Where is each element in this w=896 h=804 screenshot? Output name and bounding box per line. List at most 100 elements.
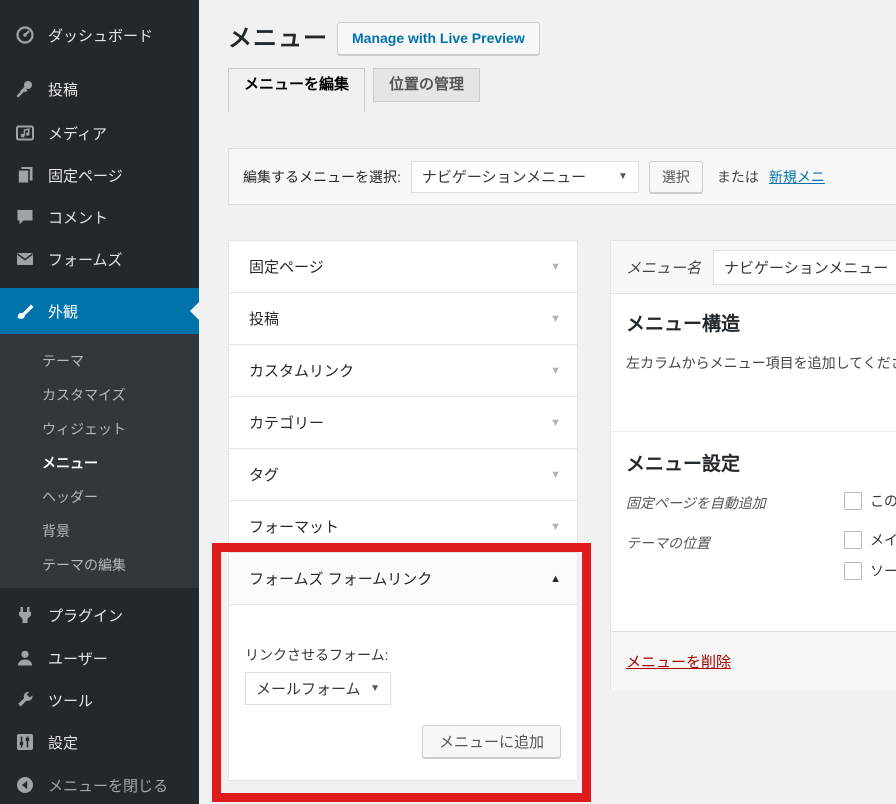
panel-categories[interactable]: カテゴリー ▼ (228, 396, 578, 449)
paintbrush-icon (14, 300, 36, 322)
submenu-item-themes[interactable]: テーマ (0, 344, 199, 378)
admin-sidebar: ダッシュボード 投稿 メディア 固定ページ コメント フォームズ 外観 テーマ … (0, 0, 199, 804)
delete-menu-link[interactable]: メニューを削除 (626, 651, 731, 672)
envelope-icon (14, 248, 36, 270)
panel-formats[interactable]: フォーマット ▼ (228, 500, 578, 553)
sidebar-item-pages[interactable]: 固定ページ (0, 154, 199, 196)
menu-name-label: メニュー名 (626, 259, 702, 277)
sidebar-item-label: 外観 (48, 303, 79, 321)
page-title: メニュー (228, 25, 328, 52)
panel-tags[interactable]: タグ ▼ (228, 448, 578, 501)
sidebar-item-users[interactable]: ユーザー (0, 637, 199, 679)
menu-select-value: ナビゲーションメニュー (421, 169, 587, 186)
location-main-checkbox[interactable] (844, 531, 862, 549)
live-preview-button[interactable]: Manage with Live Preview (337, 22, 540, 55)
panel-title: 投稿 (249, 311, 280, 328)
sidebar-item-label: 投稿 (48, 81, 79, 99)
panel-title: タグ (249, 467, 280, 484)
sidebar-item-dashboard[interactable]: ダッシュボード (0, 14, 199, 56)
chevron-down-icon: ▼ (550, 520, 561, 533)
location-main-option: メイ (844, 530, 896, 550)
menu-select-dropdown[interactable]: ナビゲーションメニュー ▼ (410, 160, 639, 193)
wrench-icon (14, 689, 36, 711)
auto-add-pages-option: この (844, 491, 896, 511)
sidebar-item-forms[interactable]: フォームズ (0, 238, 199, 280)
main-content: メニュー Manage with Live Preview メニューを編集 位置… (199, 0, 896, 804)
chevron-down-icon: ▼ (370, 683, 380, 694)
form-select-label: リンクさせるフォーム: (245, 647, 389, 663)
sidebar-item-label: ダッシュボード (48, 27, 154, 45)
sidebar-item-posts[interactable]: 投稿 (0, 68, 199, 110)
panel-custom-links[interactable]: カスタムリンク ▼ (228, 344, 578, 397)
submenu-item-customize[interactable]: カスタマイズ (0, 378, 199, 412)
sidebar-item-appearance[interactable]: 外観 (0, 288, 199, 334)
sidebar-collapse-menu[interactable]: メニューを閉じる (0, 764, 199, 804)
sidebar-item-label: コメント (48, 209, 109, 227)
form-select-value: メールフォーム (256, 681, 361, 698)
theme-location-label: テーマの位置 (626, 535, 710, 551)
chevron-down-icon: ▼ (550, 364, 561, 377)
sidebar-item-label: プラグイン (48, 607, 124, 625)
auto-add-checkbox[interactable] (844, 492, 862, 510)
menu-name-row: メニュー名 (611, 241, 896, 294)
plug-icon (14, 604, 36, 626)
tab-manage-locations[interactable]: 位置の管理 (373, 68, 481, 102)
sidebar-item-label: フォームズ (48, 251, 123, 269)
sidebar-item-settings[interactable]: 設定 (0, 721, 199, 763)
sidebar-item-label: メニューを閉じる (48, 777, 169, 795)
create-new-menu-link[interactable]: 新規メニ (769, 167, 825, 187)
sidebar-item-label: 設定 (48, 734, 79, 752)
menu-editor-column: メニュー名 メニュー構造 左カラムからメニュー項目を追加してくださ メニュー設定… (610, 240, 896, 691)
panel-title: フォームズ フォームリンク (249, 571, 433, 588)
panel-title: フォーマット (249, 519, 340, 536)
media-icon (14, 122, 36, 144)
menu-select-label: 編集するメニューを選択: (243, 168, 401, 185)
location-social-option: ソー (844, 561, 896, 581)
collapse-arrow-icon (14, 774, 36, 796)
sidebar-item-media[interactable]: メディア (0, 112, 199, 154)
sliders-icon (14, 731, 36, 753)
sidebar-item-comments[interactable]: コメント (0, 196, 199, 238)
divider (611, 431, 896, 432)
dashboard-icon (14, 24, 36, 46)
auto-add-pages-label: 固定ページを自動追加 (626, 495, 766, 511)
chevron-down-icon: ▼ (550, 416, 561, 429)
checkbox-label: この (870, 493, 896, 509)
menu-select-bar: 編集するメニューを選択: ナビゲーションメニュー ▼ 選択 または 新規メニ (228, 148, 896, 205)
submenu-item-header[interactable]: ヘッダー (0, 480, 199, 514)
location-social-checkbox[interactable] (844, 562, 862, 580)
pin-icon (14, 78, 36, 100)
sidebar-item-label: 固定ページ (48, 167, 123, 185)
sidebar-item-label: ツール (48, 692, 94, 710)
chevron-up-icon: ▲ (550, 572, 561, 585)
sidebar-item-plugins[interactable]: プラグイン (0, 594, 199, 636)
submenu-item-editor[interactable]: テーマの編集 (0, 548, 199, 582)
select-button[interactable]: 選択 (648, 160, 703, 193)
menu-structure-heading: メニュー構造 (626, 314, 741, 335)
submenu-item-widgets[interactable]: ウィジェット (0, 412, 199, 446)
form-select-dropdown[interactable]: メールフォーム ▼ (245, 672, 391, 705)
sidebar-item-label: メディア (48, 125, 107, 143)
comment-icon (14, 206, 36, 228)
sidebar-item-tools[interactable]: ツール (0, 679, 199, 721)
chevron-down-icon: ▼ (617, 171, 628, 182)
user-icon (14, 647, 36, 669)
menu-name-input[interactable] (713, 249, 896, 285)
panel-posts[interactable]: 投稿 ▼ (228, 292, 578, 345)
add-to-menu-button[interactable]: メニューに追加 (421, 725, 561, 758)
submenu-item-background[interactable]: 背景 (0, 514, 199, 548)
panel-forms-form-link[interactable]: フォームズ フォームリンク ▲ (228, 552, 578, 605)
panel-title: 固定ページ (249, 259, 324, 276)
chevron-down-icon: ▼ (550, 260, 561, 273)
panel-pages[interactable]: 固定ページ ▼ (228, 240, 578, 293)
or-text: または (716, 168, 759, 185)
menu-settings-heading: メニュー設定 (626, 454, 741, 475)
forms-panel-body: リンクさせるフォーム: メールフォーム ▼ メニューに追加 (228, 604, 578, 781)
tab-edit-menus[interactable]: メニューを編集 (228, 68, 366, 112)
chevron-down-icon: ▼ (550, 468, 561, 481)
sidebar-item-label: ユーザー (48, 650, 108, 668)
submenu-item-menus[interactable]: メニュー (0, 446, 199, 480)
pages-icon (14, 164, 36, 186)
chevron-down-icon: ▼ (550, 312, 561, 325)
checkbox-label: メイ (870, 532, 896, 548)
